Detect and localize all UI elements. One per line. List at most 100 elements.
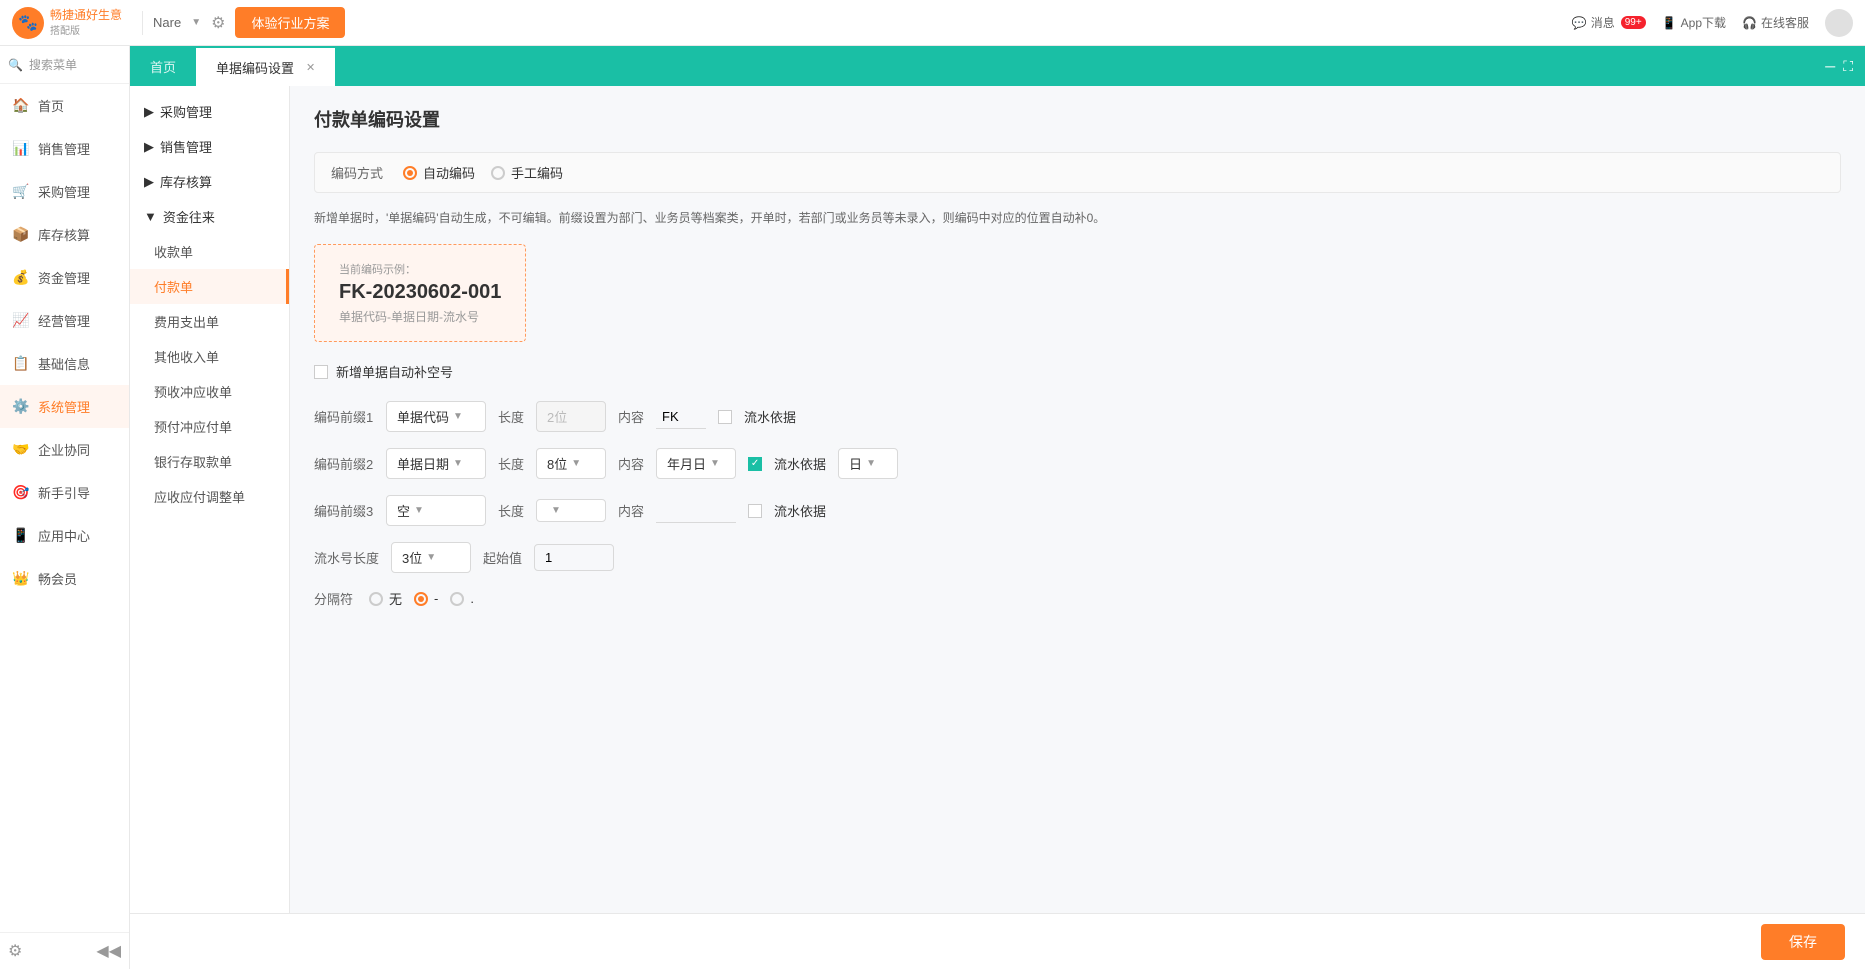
sec-item-receipt[interactable]: 收款单 — [130, 234, 289, 269]
auto-fill-checkbox[interactable] — [314, 365, 328, 379]
settings-bottom-icon[interactable]: ⚙ — [8, 941, 22, 961]
settings-icon[interactable]: ⚙ — [211, 13, 225, 33]
tabbar: 首页 单据编码设置 ✕ ─ ⛶ — [130, 46, 1865, 86]
prefix3-select[interactable]: 空 ▼ — [386, 495, 486, 526]
sidebar-item-member[interactable]: 👑 畅会员 — [0, 557, 129, 600]
online-service-btn[interactable]: 🎧 在线客服 — [1742, 14, 1809, 31]
prefix2-content-value: 年月日 — [667, 454, 706, 473]
sidebar-item-inventory[interactable]: 📦 库存核算 — [0, 213, 129, 256]
page-area: ▶ 采购管理 ▶ 销售管理 ▶ 库存核算 ▼ 资金往来 收款单 — [130, 86, 1865, 913]
search-menu[interactable]: 🔍 搜索菜单 — [0, 46, 129, 84]
prefix2-content-select[interactable]: 年月日 ▼ — [656, 448, 736, 479]
operations-icon: 📈 — [12, 312, 30, 330]
serial-length-select[interactable]: 3位 ▼ — [391, 542, 471, 573]
prefix2-water-checkbox[interactable] — [748, 457, 762, 471]
sep-dash[interactable]: - — [414, 591, 438, 606]
sidebar-item-home[interactable]: 🏠 首页 — [0, 84, 129, 127]
sidebar-item-purchase[interactable]: 🛒 采购管理 — [0, 170, 129, 213]
sidebar-basic-label: 基础信息 — [38, 354, 90, 373]
sidebar-item-finance[interactable]: 💰 资金管理 — [0, 256, 129, 299]
basic-icon: 📋 — [12, 355, 30, 373]
prefix2-length-chevron-icon: ▼ — [571, 458, 581, 469]
prefix1-length-label: 长度 — [498, 407, 524, 426]
prefix1-water-checkbox[interactable] — [718, 410, 732, 424]
encoding-type-row: 编码方式 自动编码 手工编码 — [314, 152, 1841, 193]
prefix2-length-label: 长度 — [498, 454, 524, 473]
sec-item-receivable-payable[interactable]: 应收应付调整单 — [130, 479, 289, 514]
sep-dash-label: - — [434, 591, 438, 606]
company-chevron-icon[interactable]: ▼ — [191, 17, 201, 28]
sec-item-other-income[interactable]: 其他收入单 — [130, 339, 289, 374]
sidebar-item-enterprise[interactable]: 🤝 企业协同 — [0, 428, 129, 471]
prefix2-length-select[interactable]: 8位 ▼ — [536, 448, 606, 479]
encoding-radio-group: 自动编码 手工编码 — [403, 163, 563, 182]
sec-group-inventory-arrow: ▶ — [144, 174, 154, 190]
prefix1-select-value: 单据代码 — [397, 407, 449, 426]
prefix3-water-checkbox[interactable] — [748, 504, 762, 518]
sec-item-advance-receivable[interactable]: 预收冲应收单 — [130, 374, 289, 409]
sec-group-sales[interactable]: ▶ 销售管理 — [130, 129, 289, 164]
sidebar-item-operations[interactable]: 📈 经营管理 — [0, 299, 129, 342]
sep-dash-radio — [414, 592, 428, 606]
sep-dot[interactable]: . — [450, 591, 474, 606]
tab-home[interactable]: 首页 — [130, 46, 196, 86]
prefix1-content-input[interactable] — [656, 405, 706, 429]
serial-length-label: 流水号长度 — [314, 548, 379, 567]
start-value-input[interactable] — [534, 544, 614, 571]
sec-item-payment[interactable]: 付款单 — [130, 269, 289, 304]
sep-none[interactable]: 无 — [369, 589, 402, 608]
prefix2-select[interactable]: 单据日期 ▼ — [386, 448, 486, 479]
tab-home-label: 首页 — [150, 57, 176, 76]
guide-icon: 🎯 — [12, 484, 30, 502]
radio-manual[interactable]: 手工编码 — [491, 163, 563, 182]
sec-item-bank-deposit-label: 银行存取款单 — [154, 455, 232, 470]
sidebar-item-guide[interactable]: 🎯 新手引导 — [0, 471, 129, 514]
tabbar-maximize-icon[interactable]: ⛶ — [1843, 58, 1853, 75]
collapse-sidebar-icon[interactable]: ◀◀ — [96, 941, 121, 961]
sec-item-advance-payable[interactable]: 预付冲应付单 — [130, 409, 289, 444]
prefix1-water-label: 流水依据 — [744, 407, 796, 426]
sec-item-expense[interactable]: 费用支出单 — [130, 304, 289, 339]
sidebar-item-basic[interactable]: 📋 基础信息 — [0, 342, 129, 385]
preview-code: FK-20230602-001 — [339, 281, 501, 304]
sec-group-capital[interactable]: ▼ 资金往来 — [130, 199, 289, 234]
sec-group-purchase[interactable]: ▶ 采购管理 — [130, 94, 289, 129]
tab-encoding[interactable]: 单据编码设置 ✕ — [196, 46, 335, 86]
sidebar-purchase-label: 采购管理 — [38, 182, 90, 201]
sidebar-item-sales[interactable]: 📊 销售管理 — [0, 127, 129, 170]
prefix3-select-value: 空 — [397, 501, 410, 520]
sec-group-inventory[interactable]: ▶ 库存核算 — [130, 164, 289, 199]
sidebar-item-apps[interactable]: 📱 应用中心 — [0, 514, 129, 557]
search-menu-label: 搜索菜单 — [29, 56, 77, 73]
sep-none-radio — [369, 592, 383, 606]
sec-item-bank-deposit[interactable]: 银行存取款单 — [130, 444, 289, 479]
bottom-bar: 保存 — [130, 913, 1865, 969]
prefix3-length-select[interactable]: ▼ — [536, 499, 606, 522]
tab-close-icon[interactable]: ✕ — [306, 61, 315, 74]
prefix1-select[interactable]: 单据代码 ▼ — [386, 401, 486, 432]
prefix2-water-select-value: 日 — [849, 454, 862, 473]
save-button[interactable]: 保存 — [1761, 924, 1845, 960]
auto-fill-label: 新增单据自动补空号 — [336, 362, 453, 381]
sep-dot-label: . — [470, 591, 474, 606]
form-area: 付款单编码设置 编码方式 自动编码 手工编码 — [290, 86, 1865, 913]
prefix2-row: 编码前缀2 单据日期 ▼ 长度 8位 ▼ 内容 年月日 ▼ — [314, 448, 1841, 479]
user-avatar[interactable] — [1825, 9, 1853, 37]
tabbar-minimize-icon[interactable]: ─ — [1825, 58, 1835, 74]
try-btn[interactable]: 体验行业方案 — [235, 7, 345, 38]
sidebar-item-system[interactable]: ⚙️ 系统管理 — [0, 385, 129, 428]
sidebar-home-label: 首页 — [38, 96, 64, 115]
prefix3-content-input[interactable] — [656, 499, 736, 523]
message-btn[interactable]: 💬 消息 99+ — [1572, 14, 1646, 31]
logo: 🐾 畅捷通好生意 搭配版 — [12, 7, 132, 39]
auto-fill-row: 新增单据自动补空号 — [314, 362, 1841, 381]
sidebar-guide-label: 新手引导 — [38, 483, 90, 502]
prefix2-water-select[interactable]: 日 ▼ — [838, 448, 898, 479]
sec-item-advance-payable-label: 预付冲应付单 — [154, 420, 232, 435]
radio-auto[interactable]: 自动编码 — [403, 163, 475, 182]
prefix2-water-chevron-icon: ▼ — [866, 458, 876, 469]
app-download-btn[interactable]: 📱 App下载 — [1662, 14, 1726, 31]
sec-group-capital-arrow: ▼ — [144, 209, 157, 224]
prefix1-content-label: 内容 — [618, 407, 644, 426]
sec-item-other-income-label: 其他收入单 — [154, 350, 219, 365]
